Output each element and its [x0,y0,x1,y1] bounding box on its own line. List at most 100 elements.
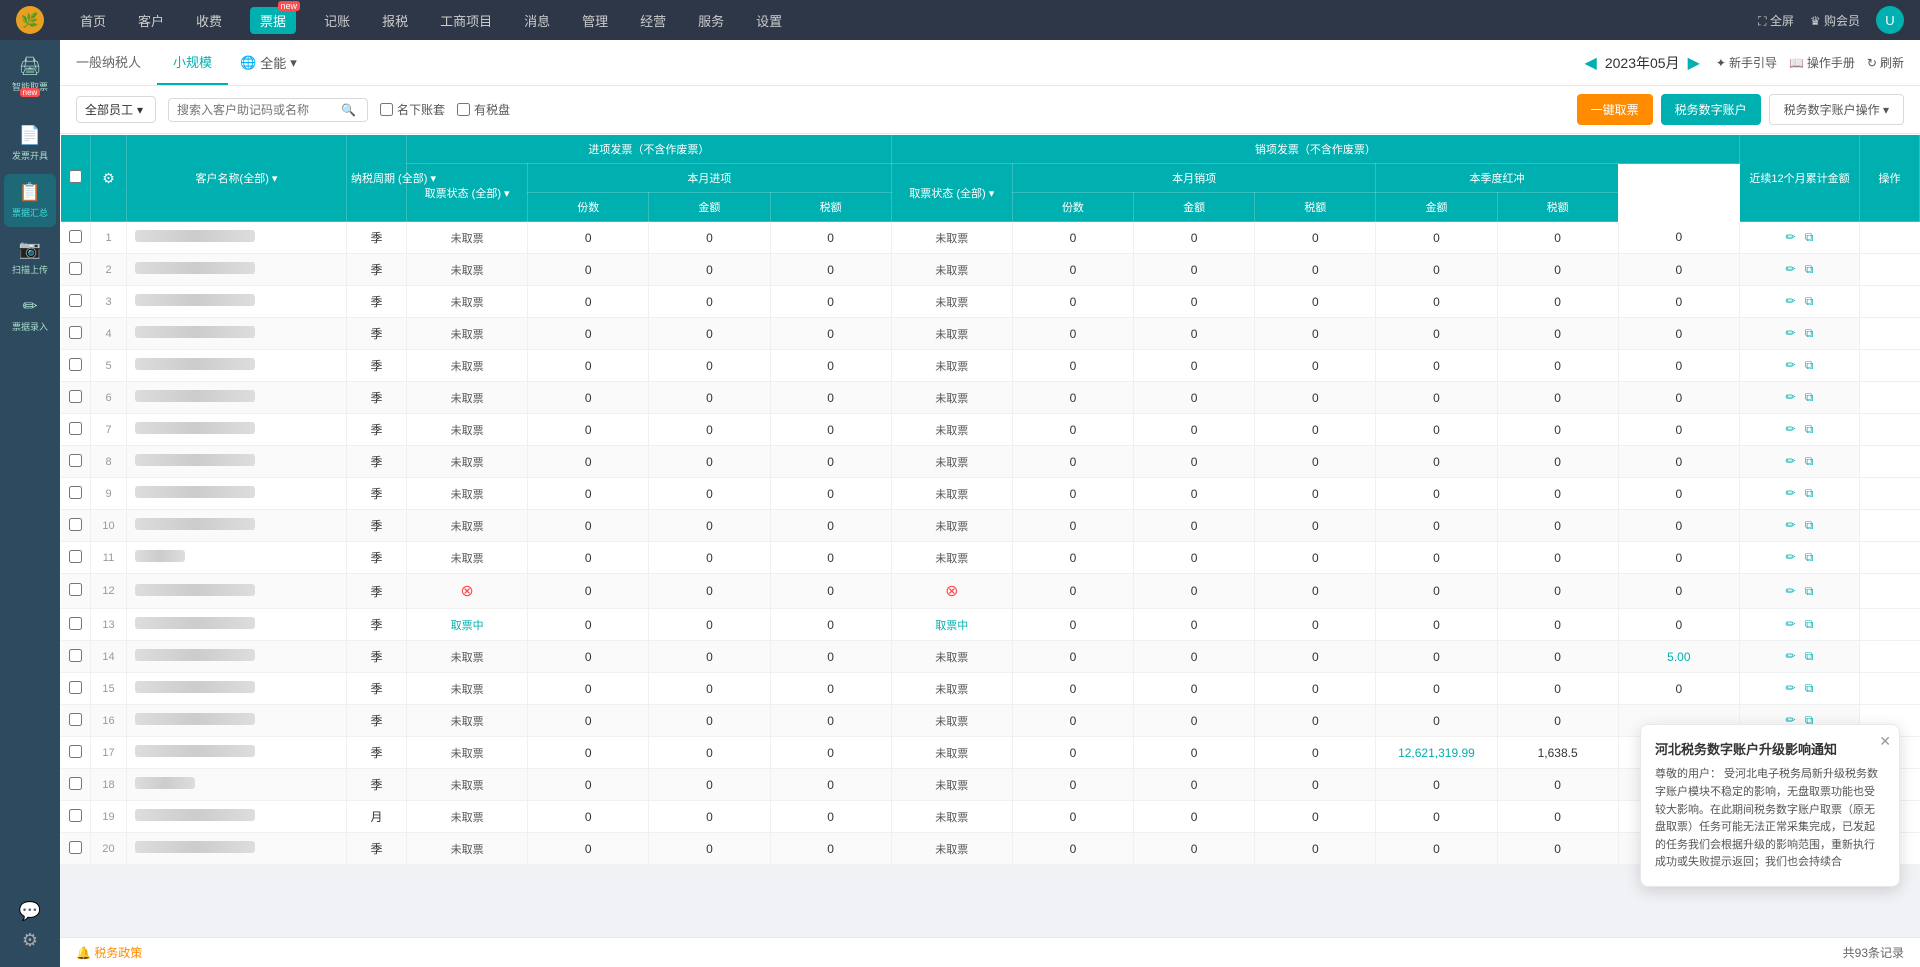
row-client-name[interactable] [127,222,347,254]
row-checkbox[interactable] [69,809,82,822]
sidebar-item-invoice-summary[interactable]: 📋 票据汇总 [4,174,56,227]
row-checkbox-cell[interactable] [61,542,91,574]
edit-icon[interactable]: ✏ [1786,681,1796,695]
nav-business[interactable]: 工商项目 [436,11,496,30]
row-checkbox-cell[interactable] [61,574,91,609]
row-client-name[interactable] [127,673,347,705]
row-checkbox-cell[interactable] [61,705,91,737]
edit-icon[interactable]: ✏ [1786,326,1796,340]
row-checkbox[interactable] [69,262,82,275]
edit-icon[interactable]: ✏ [1786,550,1796,564]
nav-manage[interactable]: 管理 [578,11,612,30]
copy-icon[interactable]: ⧉ [1805,230,1814,244]
sub-account-checkbox[interactable] [380,103,393,116]
row-client-name[interactable] [127,769,347,801]
tab-small-scale[interactable]: 小规模 [157,40,228,85]
row-checkbox-cell[interactable] [61,737,91,769]
copy-icon[interactable]: ⧉ [1805,681,1814,695]
nav-invoice[interactable]: 票据 new [250,7,296,34]
row-checkbox[interactable] [69,649,82,662]
sidebar-item-smart-invoice[interactable]: 🖨 智能取票 new [4,48,56,113]
has-tax-disk-checkbox[interactable] [457,103,470,116]
notification-close-button[interactable]: ✕ [1879,733,1891,750]
edit-icon[interactable]: ✏ [1786,584,1796,598]
new-guide-button[interactable]: ✦ 新手引导 [1716,54,1777,71]
employee-filter[interactable]: 全部员工 ▾ [76,96,156,123]
row-checkbox-cell[interactable] [61,414,91,446]
row-client-name[interactable] [127,833,347,865]
search-icon[interactable]: 🔍 [341,103,356,117]
row-checkbox-cell[interactable] [61,350,91,382]
copy-icon[interactable]: ⧉ [1805,649,1814,663]
nav-accounting[interactable]: 记账 [320,11,354,30]
sidebar-item-invoice-entry[interactable]: ✏ 票据录入 [4,288,56,341]
row-client-name[interactable] [127,382,347,414]
row-checkbox-cell[interactable] [61,382,91,414]
row-client-name[interactable] [127,609,347,641]
row-client-name[interactable] [127,641,347,673]
copy-icon[interactable]: ⧉ [1805,326,1814,340]
th-select-all[interactable] [61,135,91,222]
row-checkbox-cell[interactable] [61,478,91,510]
row-checkbox[interactable] [69,358,82,371]
th-out-status[interactable]: 取票状态 (全部) ▾ [891,164,1012,222]
edit-icon[interactable]: ✏ [1786,617,1796,631]
row-checkbox[interactable] [69,230,82,243]
nav-operation[interactable]: 经营 [636,11,670,30]
th-tax-period[interactable]: 纳税周期 (全部) ▾ [347,135,407,222]
row-client-name[interactable] [127,414,347,446]
edit-icon[interactable]: ✏ [1786,649,1796,663]
row-checkbox[interactable] [69,422,82,435]
row-checkbox[interactable] [69,390,82,403]
sidebar-item-scan-upload[interactable]: 📷 扫描上传 [4,231,56,284]
row-checkbox-cell[interactable] [61,769,91,801]
has-tax-disk-filter[interactable]: 有税盘 [457,101,510,118]
nav-home[interactable]: 首页 [76,11,110,30]
nav-settings[interactable]: 设置 [752,11,786,30]
one-click-button[interactable]: 一键取票 [1577,94,1653,125]
row-checkbox[interactable] [69,745,82,758]
row-checkbox-cell[interactable] [61,609,91,641]
edit-icon[interactable]: ✏ [1786,486,1796,500]
edit-icon[interactable]: ✏ [1786,422,1796,436]
row-checkbox[interactable] [69,294,82,307]
copy-icon[interactable]: ⧉ [1805,550,1814,564]
row-checkbox-cell[interactable] [61,222,91,254]
row-client-name[interactable] [127,705,347,737]
sub-account-filter[interactable]: 名下账套 [380,101,445,118]
refresh-button[interactable]: ↻ 刷新 [1867,54,1904,71]
row-checkbox[interactable] [69,681,82,694]
nav-client[interactable]: 客户 [134,11,168,30]
tax-digital-button[interactable]: 税务数字账户 [1661,94,1761,125]
chat-icon[interactable]: 💬 [19,901,41,922]
row-checkbox-cell[interactable] [61,286,91,318]
edit-icon[interactable]: ✏ [1786,454,1796,468]
row-client-name[interactable] [127,318,347,350]
row-checkbox[interactable] [69,518,82,531]
user-avatar[interactable]: U [1876,6,1904,34]
row-client-name[interactable] [127,254,347,286]
row-client-name[interactable] [127,510,347,542]
copy-icon[interactable]: ⧉ [1805,454,1814,468]
row-checkbox-cell[interactable] [61,673,91,705]
row-client-name[interactable] [127,801,347,833]
copy-icon[interactable]: ⧉ [1805,358,1814,372]
row-checkbox[interactable] [69,454,82,467]
copy-icon[interactable]: ⧉ [1805,390,1814,404]
row-checkbox[interactable] [69,486,82,499]
sidebar-item-invoice-issue[interactable]: 📄 发票开具 [4,117,56,170]
row-checkbox[interactable] [69,713,82,726]
copy-icon[interactable]: ⧉ [1805,294,1814,308]
row-checkbox-cell[interactable] [61,801,91,833]
row-checkbox-cell[interactable] [61,318,91,350]
row-checkbox-cell[interactable] [61,510,91,542]
edit-icon[interactable]: ✏ [1786,262,1796,276]
edit-icon[interactable]: ✏ [1786,390,1796,404]
copy-icon[interactable]: ⧉ [1805,584,1814,598]
nav-service[interactable]: 服务 [694,11,728,30]
row-checkbox[interactable] [69,550,82,563]
row-client-name[interactable] [127,478,347,510]
edit-icon[interactable]: ✏ [1786,518,1796,532]
row-checkbox[interactable] [69,583,82,596]
th-client-name[interactable]: 客户名称(全部) ▾ [127,135,347,222]
